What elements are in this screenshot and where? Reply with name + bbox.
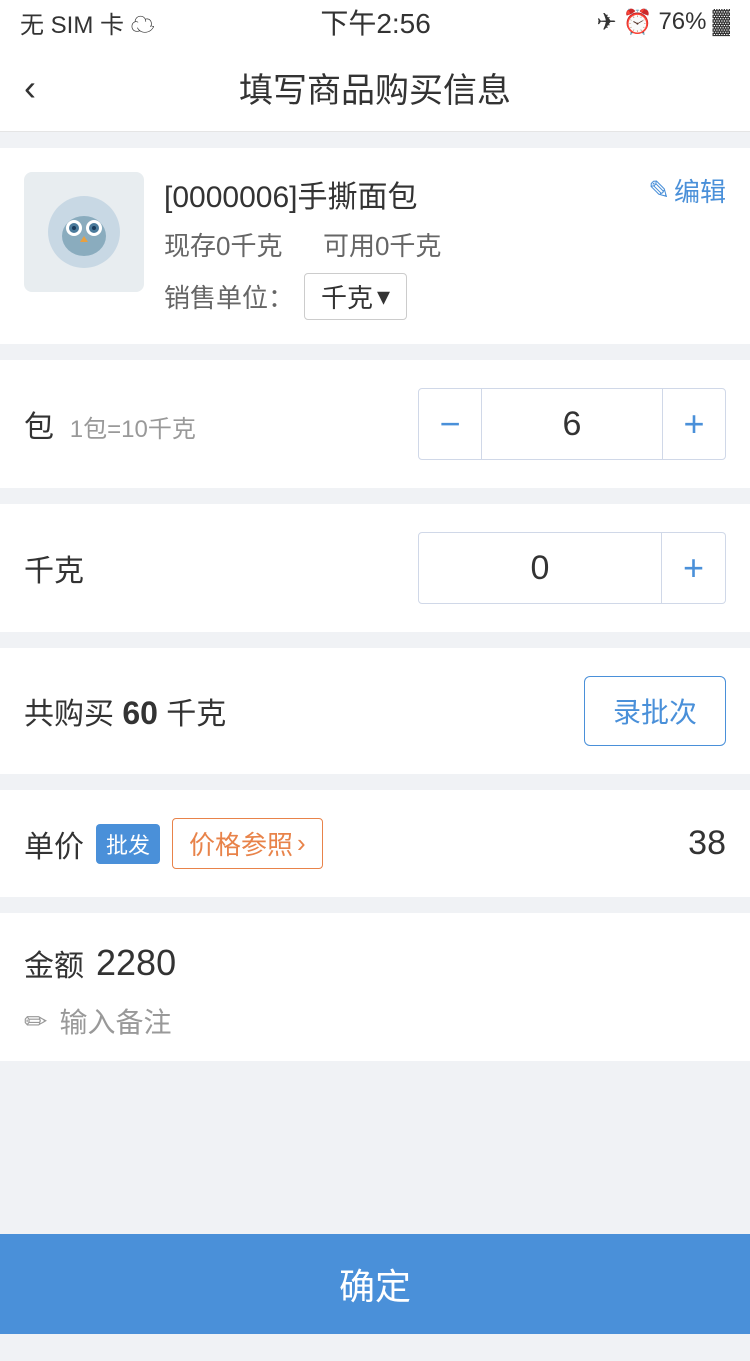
alarm-icon: ⏰ [623, 8, 653, 37]
product-unit-row: 销售单位： 千克 ▾ [164, 273, 726, 320]
price-ref-label: 价格参照 [189, 825, 293, 862]
nav-icon: ✈ [596, 8, 616, 37]
confirm-button[interactable]: 确定 [0, 1234, 750, 1334]
total-unit: 千克 [166, 698, 226, 731]
total-section: 共购买 60 千克 录批次 [0, 648, 750, 774]
unit-dropdown-icon: ▾ [377, 281, 390, 312]
product-image [24, 172, 144, 292]
bao-sublabel: 1包=10千克 [70, 416, 196, 443]
bao-row: 包 1包=10千克 − + [24, 360, 726, 488]
page-title: 填写商品购买信息 [239, 63, 511, 112]
product-name: [0000006]手撕面包 [164, 172, 726, 216]
amount-label: 金额 [24, 941, 84, 985]
kg-label: 千克 [24, 546, 84, 590]
bao-plus-button[interactable]: + [662, 388, 726, 460]
bao-minus-button[interactable]: − [418, 388, 482, 460]
battery-label: 76% [658, 8, 706, 36]
unit-label: 销售单位： [164, 278, 294, 315]
price-type-tag: 批发 [96, 824, 160, 864]
price-ref-chevron: › [297, 828, 306, 859]
edit-label: 编辑 [674, 172, 726, 209]
price-value: 38 [688, 824, 726, 863]
edit-icon: ✎ [648, 175, 670, 206]
kg-qty-control: + [418, 532, 726, 604]
owl-logo [44, 192, 124, 272]
bao-label-group: 包 1包=10千克 [24, 402, 196, 446]
total-amount: 60 [122, 695, 158, 731]
note-placeholder: 输入备注 [59, 1001, 171, 1041]
price-left: 单价 批发 价格参照 › [24, 818, 323, 869]
product-info: [0000006]手撕面包 现存0千克 可用0千克 销售单位： 千克 ▾ [164, 172, 726, 320]
status-time: 下午2:56 [320, 2, 431, 42]
batch-button[interactable]: 录批次 [584, 676, 726, 746]
status-left: 无 SIM 卡 ☁ [20, 5, 155, 40]
quantity-kg-section: 千克 + [0, 488, 750, 632]
amount-value: 2280 [96, 942, 176, 984]
product-stock: 现存0千克 可用0千克 [164, 226, 726, 263]
bao-label: 包 [24, 411, 54, 444]
bao-qty-input[interactable] [482, 388, 662, 460]
nav-bar: ‹ 填写商品购买信息 [0, 44, 750, 132]
kg-plus-button[interactable]: + [662, 532, 726, 604]
note-row[interactable]: ✏ 输入备注 [24, 1001, 726, 1041]
back-button[interactable]: ‹ [24, 67, 36, 109]
sim-label: 无 SIM 卡 ☁ [20, 5, 155, 40]
price-ref-button[interactable]: 价格参照 › [172, 818, 323, 869]
unit-select[interactable]: 千克 ▾ [304, 273, 407, 320]
amount-section: 金额 2280 ✏ 输入备注 [0, 913, 750, 1061]
available-text: 可用0千克 [323, 231, 441, 261]
bao-qty-control: − + [418, 388, 726, 460]
kg-qty-input[interactable] [418, 532, 662, 604]
product-card: [0000006]手撕面包 现存0千克 可用0千克 销售单位： 千克 ▾ ✎ 编… [0, 148, 750, 344]
quantity-bao-section: 包 1包=10千克 − + [0, 360, 750, 488]
total-prefix: 共购买 [24, 698, 114, 731]
kg-row: 千克 + [24, 504, 726, 632]
note-icon: ✏ [24, 1005, 47, 1038]
edit-button[interactable]: ✎ 编辑 [648, 172, 726, 209]
status-right: ✈ ⏰ 76% ▓ [596, 8, 730, 37]
total-text: 共购买 60 千克 [24, 689, 226, 733]
battery-icon: ▓ [713, 8, 731, 36]
status-bar: 无 SIM 卡 ☁ 下午2:56 ✈ ⏰ 76% ▓ [0, 0, 750, 44]
amount-row: 金额 2280 [24, 941, 726, 985]
price-section: 单价 批发 价格参照 › 38 [0, 790, 750, 897]
price-label: 单价 [24, 822, 84, 866]
unit-value: 千克 [321, 278, 373, 315]
stock-text: 现存0千克 [164, 231, 282, 261]
